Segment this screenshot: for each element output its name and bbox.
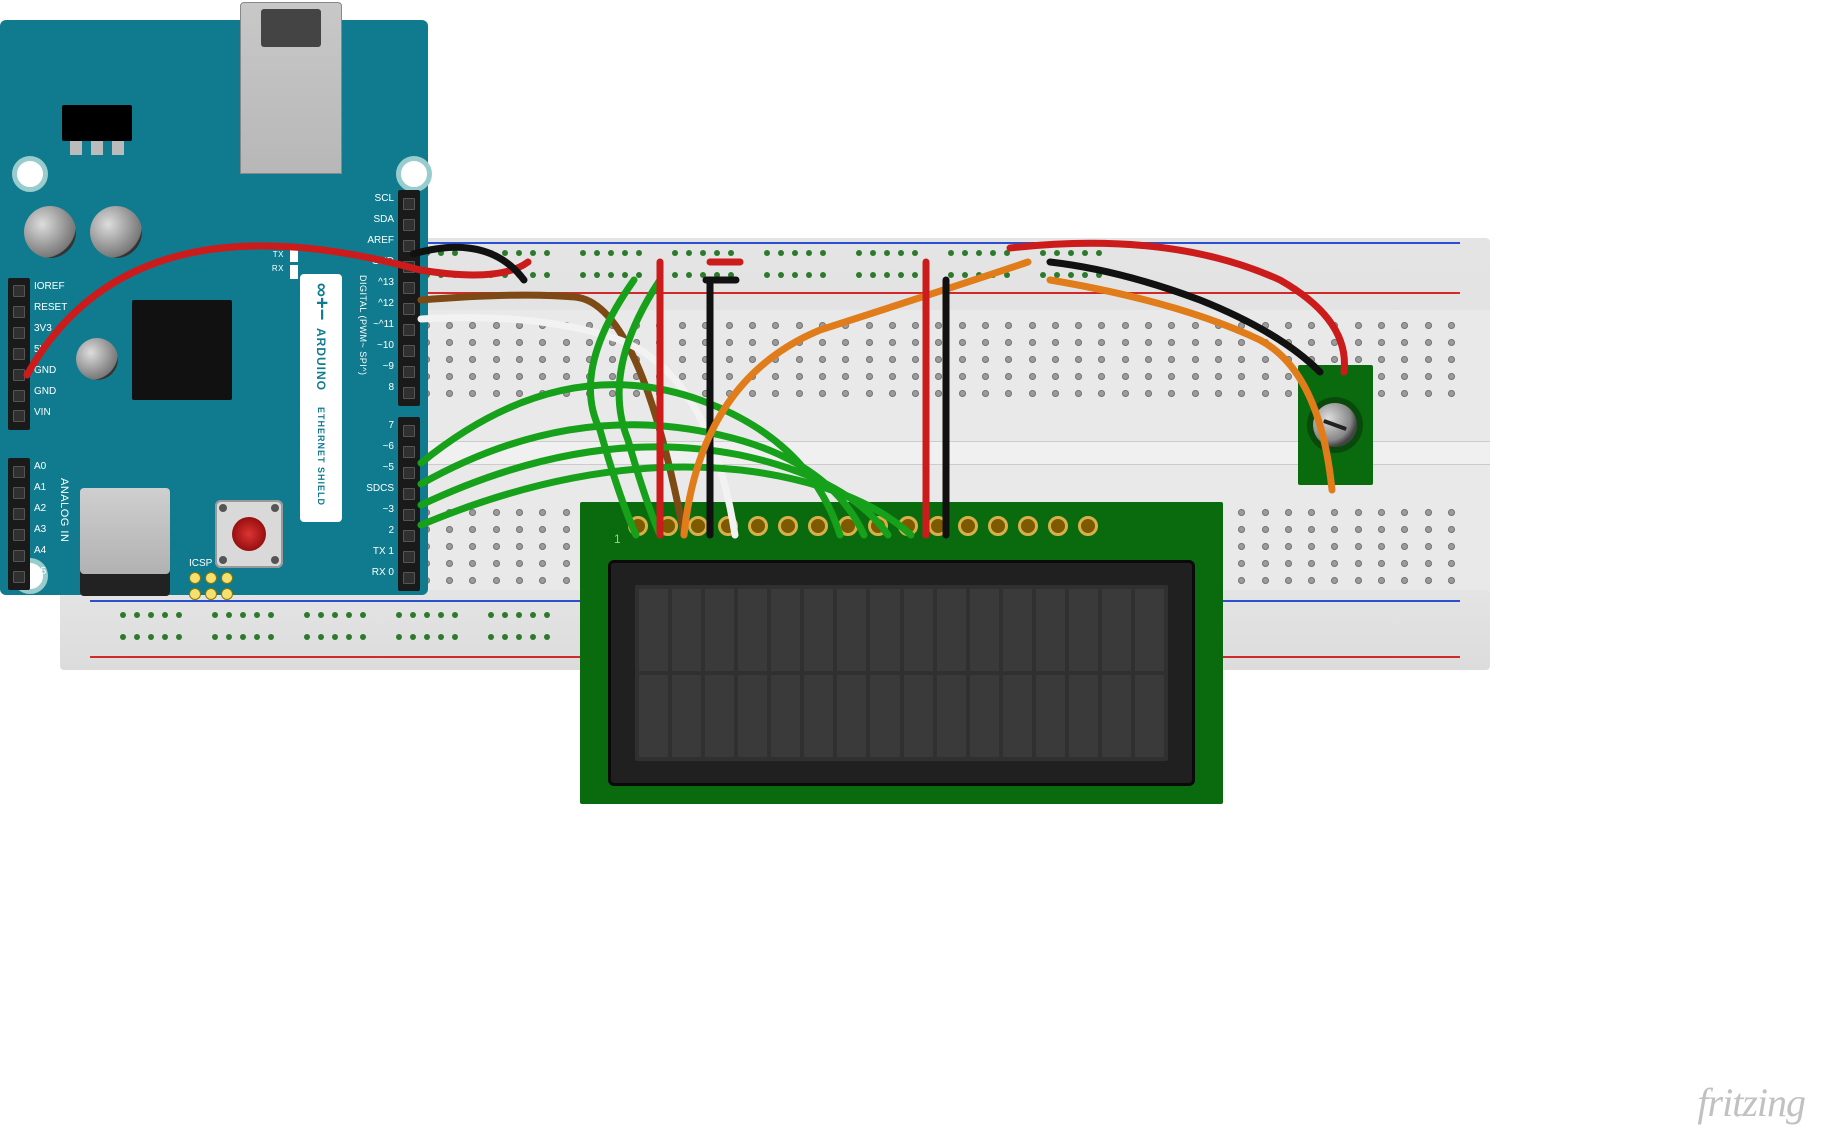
pin-label: RX 0 <box>372 567 394 578</box>
pin-label: 7 <box>388 420 394 431</box>
arduino-ethernet-shield: ∞+− ARDUINO ETHERNET SHIELD ANALOG IN DI… <box>0 20 428 595</box>
lcd-bezel <box>608 560 1195 786</box>
potentiometer-dial[interactable] <box>1313 403 1357 447</box>
trim-potentiometer <box>1298 365 1373 485</box>
lcd-pin-row[interactable] <box>628 516 1098 536</box>
fritzing-diagram: ∞+− ARDUINO ETHERNET SHIELD ANALOG IN DI… <box>0 0 1821 1134</box>
pin-label: TX 1 <box>373 546 394 557</box>
pin-label: SDCS <box>366 483 394 494</box>
lcd-pin1-marker: 1 <box>614 532 621 546</box>
pin-label: ~5 <box>383 462 394 473</box>
lcd-16x2: 1 <box>580 502 1223 804</box>
lcd-screen <box>635 585 1168 761</box>
pin-label: 2 <box>388 525 394 536</box>
fritzing-watermark: fritzing <box>1697 1079 1805 1126</box>
pin-label: ~6 <box>383 441 394 452</box>
pin-label: ~3 <box>383 504 394 515</box>
